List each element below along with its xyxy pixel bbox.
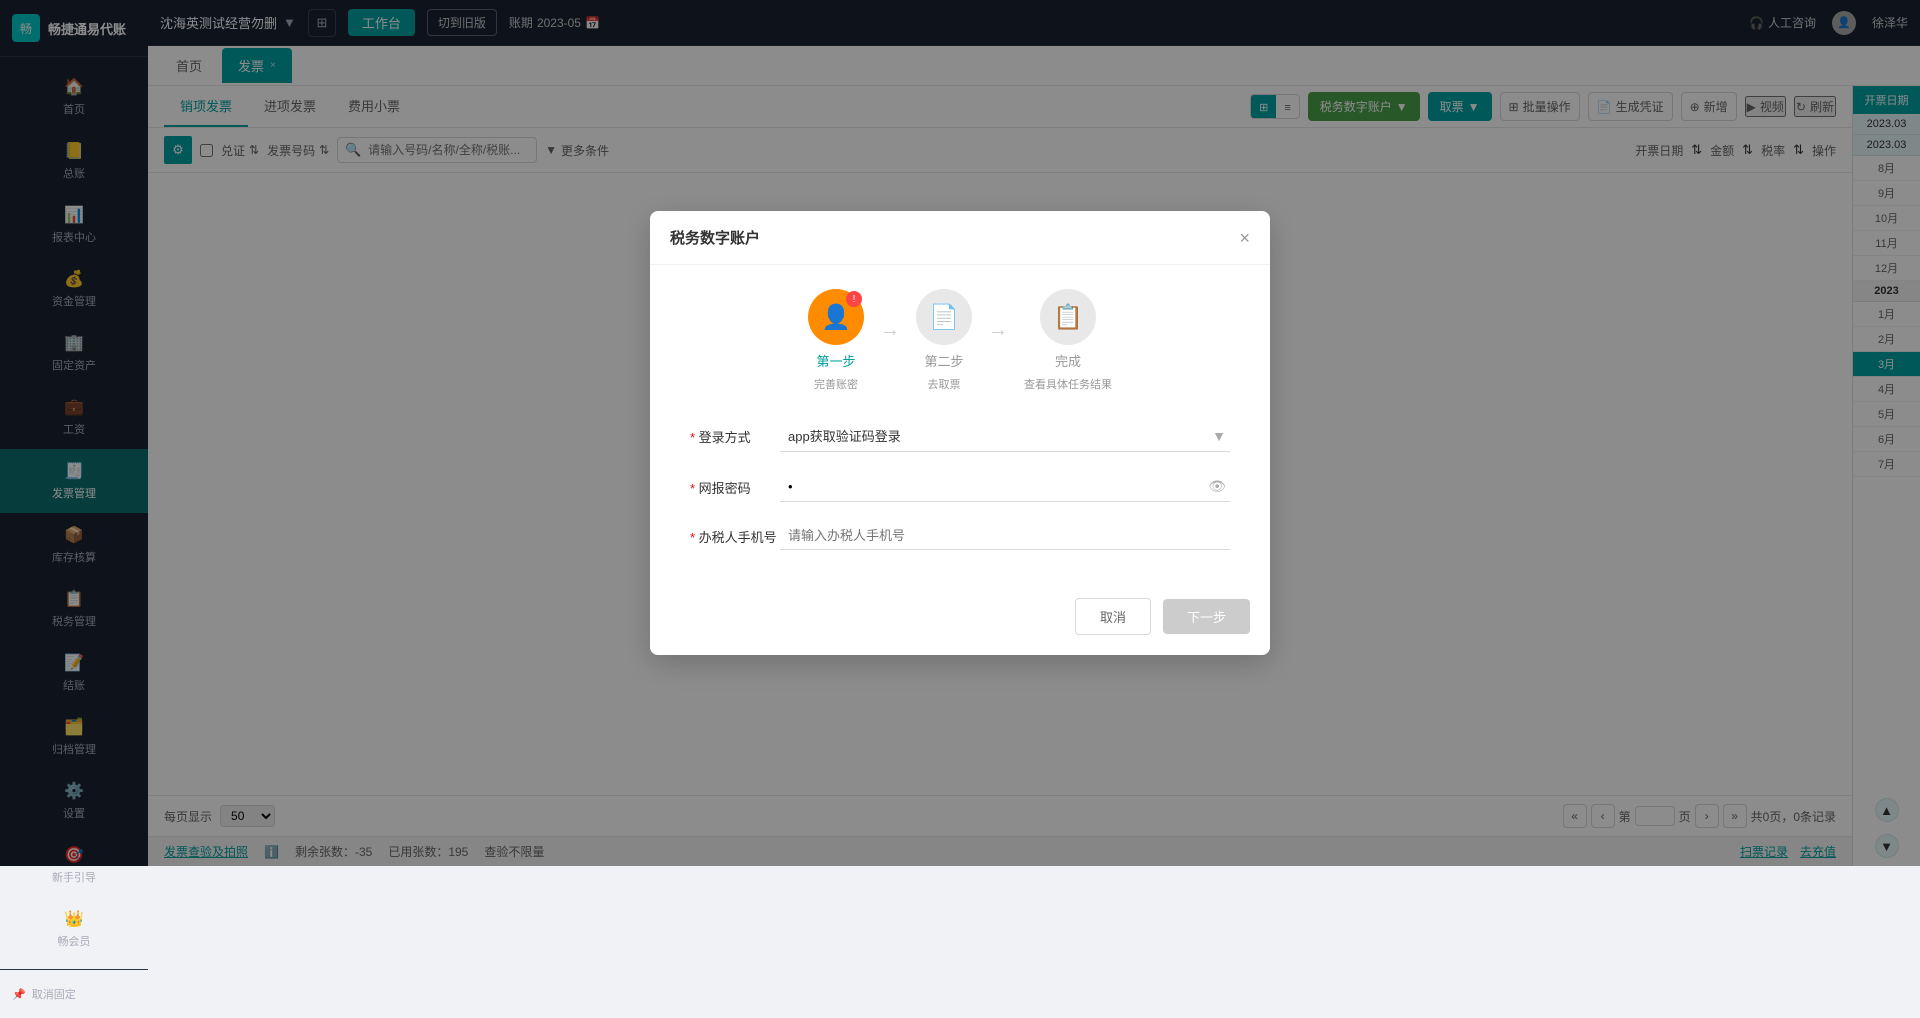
chevron-down-icon: ▼ [1208, 422, 1230, 450]
modal-title: 税务数字账户 [670, 227, 760, 248]
phone-input[interactable] [780, 522, 1230, 550]
step-1-icon: 👤 [821, 303, 851, 332]
login-method-label: 登录方式 [690, 427, 780, 446]
step-3: 📋 完成 查看具体任务结果 [1024, 289, 1112, 392]
step-3-title: 完成 [1055, 351, 1081, 370]
modal-close-button[interactable]: × [1239, 229, 1250, 247]
password-row: 网报密码 👁 [690, 472, 1230, 502]
sidebar-footer: 📌 取消固定 [0, 969, 148, 1018]
login-method-select[interactable]: app获取验证码登录 ▼ [780, 420, 1230, 452]
step-arrow-2: → [988, 319, 1008, 362]
step-1-title: 第一步 [816, 351, 855, 370]
member-icon: 👑 [64, 909, 84, 929]
modal-header: 税务数字账户 × [650, 211, 1270, 265]
cancel-fixed-label: 取消固定 [32, 986, 76, 1002]
step-3-circle: 📋 [1040, 289, 1096, 345]
next-button[interactable]: 下一步 [1163, 599, 1250, 634]
sidebar-item-member[interactable]: 👑 畅会员 [0, 897, 148, 961]
modal-overlay: 税务数字账户 × 👤 ! 第一步 完善账密 → 📄 [0, 0, 1920, 866]
password-input[interactable] [780, 473, 1204, 500]
step-2: 📄 第二步 去取票 [916, 289, 972, 392]
login-method-row: 登录方式 app获取验证码登录 ▼ [690, 420, 1230, 452]
step-2-circle: 📄 [916, 289, 972, 345]
sidebar-item-label: 新手引导 [52, 869, 96, 885]
eye-icon[interactable]: 👁 [1204, 472, 1230, 501]
step-3-icon: 📋 [1053, 303, 1083, 332]
steps: 👤 ! 第一步 完善账密 → 📄 第二步 去取票 → [690, 289, 1230, 392]
sidebar-item-label: 畅会员 [58, 933, 91, 949]
step-arrow-1: → [880, 319, 900, 362]
modal-footer: 取消 下一步 [650, 586, 1270, 655]
pin-icon: 📌 [12, 988, 26, 1001]
cancel-button[interactable]: 取消 [1075, 598, 1151, 635]
password-wrapper: 👁 [780, 472, 1230, 502]
modal-body: 👤 ! 第一步 完善账密 → 📄 第二步 去取票 → [650, 265, 1270, 586]
step-1-circle: 👤 ! [808, 289, 864, 345]
step-2-desc: 去取票 [928, 376, 961, 392]
tax-account-modal: 税务数字账户 × 👤 ! 第一步 完善账密 → 📄 [650, 211, 1270, 655]
phone-row: 办税人手机号 [690, 522, 1230, 550]
login-method-value: app获取验证码登录 [780, 420, 1208, 451]
step-3-desc: 查看具体任务结果 [1024, 376, 1112, 392]
step-1: 👤 ! 第一步 完善账密 [808, 289, 864, 392]
step-2-title: 第二步 [924, 351, 963, 370]
password-label: 网报密码 [690, 478, 780, 497]
error-badge: ! [846, 291, 862, 307]
cancel-fixed-btn[interactable]: 📌 取消固定 [12, 982, 136, 1006]
step-1-desc: 完善账密 [814, 376, 858, 392]
phone-label: 办税人手机号 [690, 527, 780, 546]
step-2-icon: 📄 [929, 303, 959, 332]
